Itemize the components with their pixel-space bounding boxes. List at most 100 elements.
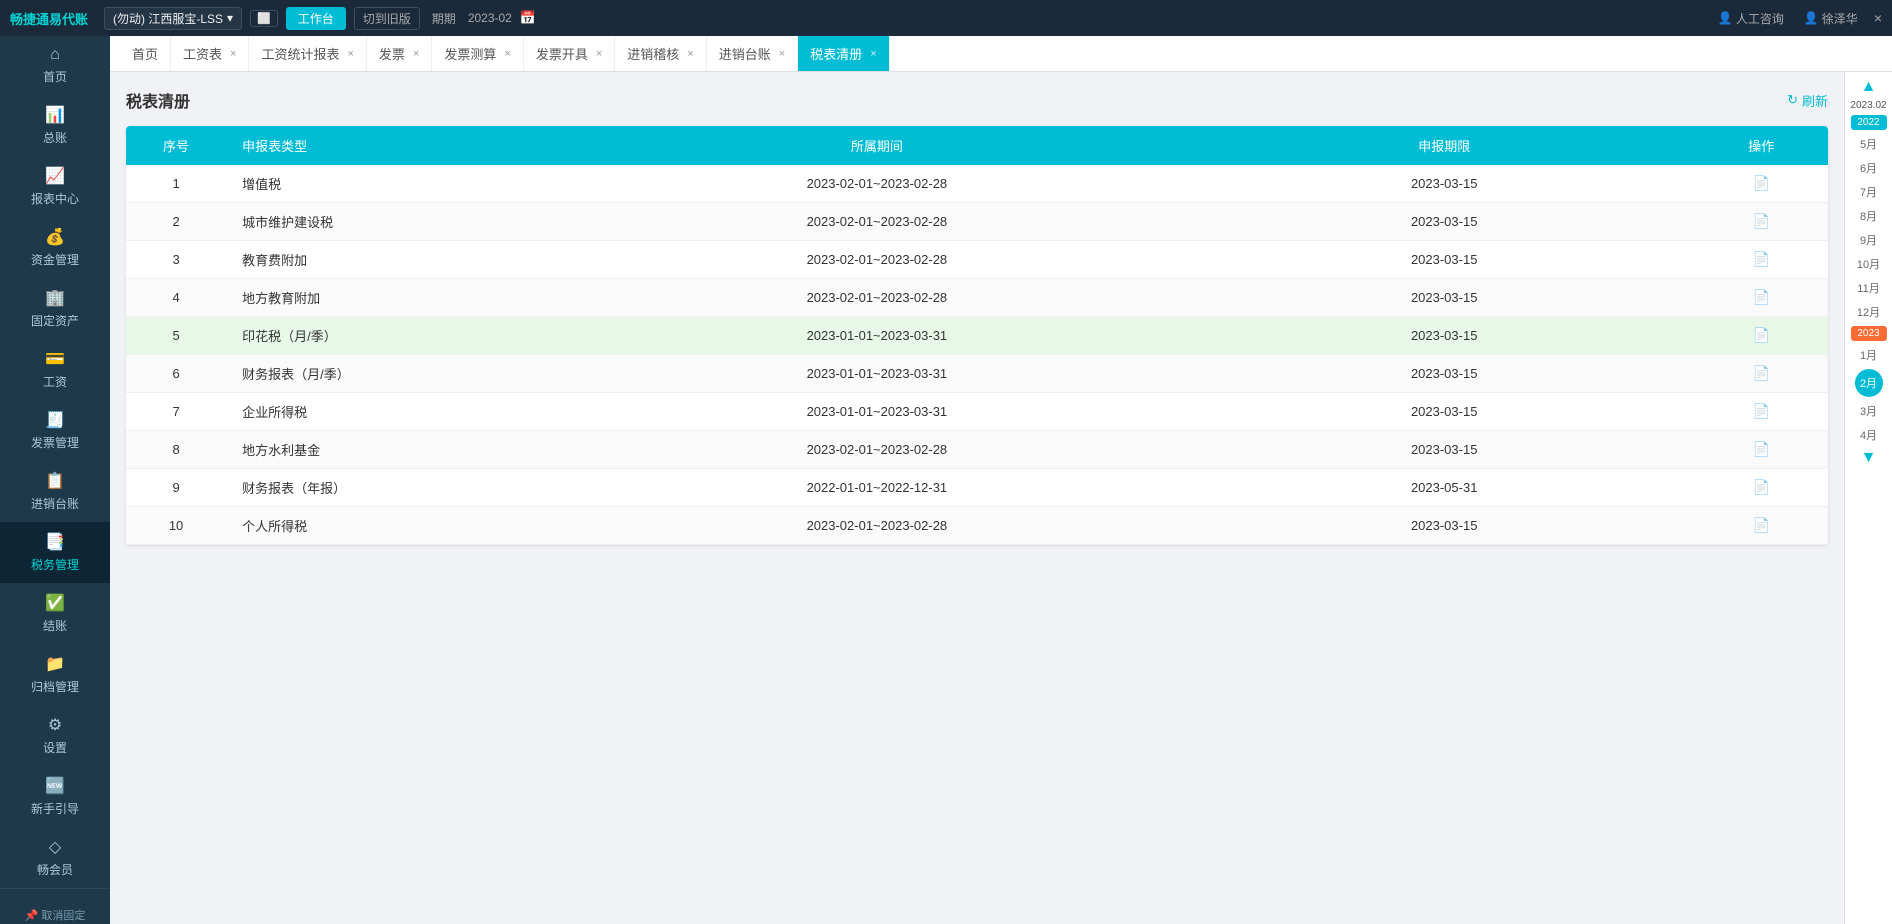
timeline-month-2022-8月[interactable]: 8月 <box>1851 204 1887 228</box>
workbench-button[interactable]: 工作台 <box>286 7 346 30</box>
timeline-month-2023-3月[interactable]: 3月 <box>1851 399 1887 423</box>
row-type: 财务报表（年报） <box>226 469 560 507</box>
tab-tax-clear[interactable]: 税表清册 × <box>798 36 889 72</box>
timeline-month-2022-9月[interactable]: 9月 <box>1851 228 1887 252</box>
tab-close-purchase-check[interactable]: × <box>687 48 693 60</box>
year-badge-2022[interactable]: 2022 <box>1851 115 1887 130</box>
window-close-button[interactable]: × <box>1874 10 1882 26</box>
unpin-label: 取消固定 <box>41 907 85 923</box>
tab-home[interactable]: 首页 <box>120 36 171 72</box>
table-row: 3 教育费附加 2023-02-01~2023-02-28 2023-03-15… <box>126 241 1828 279</box>
tab-label-salary-stats: 工资统计报表 <box>261 44 339 63</box>
action-icon-3[interactable]: 📄 <box>1753 289 1770 305</box>
timeline-month-2022-10月[interactable]: 10月 <box>1851 252 1887 276</box>
sidebar-item-assets[interactable]: 🏢固定资产 <box>0 278 110 339</box>
sidebar-item-settings[interactable]: ⚙设置 <box>0 705 110 766</box>
sidebar-label-ledger: 总账 <box>43 129 67 146</box>
sidebar-item-settle[interactable]: ✅结账 <box>0 583 110 644</box>
row-action[interactable]: 📄 <box>1694 469 1828 507</box>
sidebar-item-funds[interactable]: 💰资金管理 <box>0 217 110 278</box>
tab-close-invoice[interactable]: × <box>413 48 419 60</box>
row-action[interactable]: 📄 <box>1694 165 1828 203</box>
row-action[interactable]: 📄 <box>1694 355 1828 393</box>
tab-invoice[interactable]: 发票 × <box>367 36 432 72</box>
tab-purchase-check[interactable]: 进销稽核× <box>615 36 706 72</box>
row-action[interactable]: 📄 <box>1694 317 1828 355</box>
sidebar-item-invoice[interactable]: 🧾发票管理 <box>0 400 110 461</box>
action-icon-9[interactable]: 📄 <box>1753 517 1770 533</box>
switch-button[interactable]: 切到旧版 <box>354 7 420 30</box>
col-header-所属期间: 所属期间 <box>560 126 1194 165</box>
tab-close-salary-stats[interactable]: × <box>347 48 353 60</box>
timeline-month-2022-12月[interactable]: 12月 <box>1851 300 1887 324</box>
copy-button[interactable]: ⬜ <box>250 10 278 27</box>
timeline-month-2023-4月[interactable]: 4月 <box>1851 423 1887 447</box>
tab-label-tax-clear: 税表清册 <box>810 44 862 63</box>
row-action[interactable]: 📄 <box>1694 241 1828 279</box>
sidebar-item-ledger[interactable]: 📊总账 <box>0 95 110 156</box>
action-icon-0[interactable]: 📄 <box>1753 175 1770 191</box>
tab-invoice-calc[interactable]: 发票测算× <box>432 36 523 72</box>
row-no: 6 <box>126 355 226 393</box>
row-period: 2023-01-01~2023-03-31 <box>560 355 1194 393</box>
period-value: 2023-02 <box>468 11 512 25</box>
action-icon-8[interactable]: 📄 <box>1753 479 1770 495</box>
row-period: 2023-02-01~2023-02-28 <box>560 241 1194 279</box>
row-action[interactable]: 📄 <box>1694 393 1828 431</box>
action-icon-5[interactable]: 📄 <box>1753 365 1770 381</box>
tab-close-purchase-ledger[interactable]: × <box>779 48 785 60</box>
row-deadline: 2023-03-15 <box>1194 393 1695 431</box>
row-type: 企业所得税 <box>226 393 560 431</box>
tab-salary-stats[interactable]: 工资统计报表 × <box>249 36 366 72</box>
row-period: 2023-02-01~2023-02-28 <box>560 507 1194 545</box>
col-header-序号: 序号 <box>126 126 226 165</box>
timeline-month-2023-2[interactable]: 2月 <box>1855 369 1883 397</box>
action-icon-7[interactable]: 📄 <box>1753 441 1770 457</box>
company-selector[interactable]: (勿动) 江西服宝-LSS ▾ <box>104 7 242 30</box>
timeline-month-2022-7月[interactable]: 7月 <box>1851 180 1887 204</box>
row-no: 3 <box>126 241 226 279</box>
tab-label-invoice: 发票 <box>379 44 405 63</box>
sidebar-item-member[interactable]: ◇畅会员 <box>0 827 110 888</box>
sidebar-item-home[interactable]: ⌂首页 <box>0 36 110 95</box>
sidebar-item-salary[interactable]: 💳工资 <box>0 339 110 400</box>
action-icon-6[interactable]: 📄 <box>1753 403 1770 419</box>
tab-close-salary[interactable]: × <box>230 48 236 60</box>
timeline-up-arrow[interactable]: ▲ <box>1859 76 1879 98</box>
action-icon-2[interactable]: 📄 <box>1753 251 1770 267</box>
timeline-down-arrow[interactable]: ▼ <box>1859 447 1879 469</box>
tab-close-invoice-calc[interactable]: × <box>504 48 510 60</box>
timeline-month-2023-1月[interactable]: 1月 <box>1851 343 1887 367</box>
sidebar-item-archive[interactable]: 📁归档管理 <box>0 644 110 705</box>
year-badge-2023[interactable]: 2023 <box>1851 326 1887 341</box>
timeline-month-2022-6月[interactable]: 6月 <box>1851 156 1887 180</box>
sidebar-icon-archive: 📁 <box>45 654 65 674</box>
row-action[interactable]: 📄 <box>1694 203 1828 241</box>
unpin-button[interactable]: 📌 取消固定 <box>0 899 110 924</box>
row-no: 2 <box>126 203 226 241</box>
tab-close-tax-clear[interactable]: × <box>870 48 876 60</box>
sidebar-icon-salary: 💳 <box>45 349 65 369</box>
row-action[interactable]: 📄 <box>1694 431 1828 469</box>
refresh-icon: ↻ <box>1787 92 1798 108</box>
timeline-month-2022-11月[interactable]: 11月 <box>1851 276 1887 300</box>
tab-invoice-open[interactable]: 发票开具× <box>524 36 615 72</box>
tab-salary[interactable]: 工资表× <box>171 36 249 72</box>
action-icon-4[interactable]: 📄 <box>1753 327 1770 343</box>
sidebar-item-tax[interactable]: 📑税务管理 <box>0 522 110 583</box>
tab-close-invoice-open[interactable]: × <box>596 48 602 60</box>
ai-consult-button[interactable]: 👤 人工咨询 <box>1718 10 1784 27</box>
calendar-icon[interactable]: 📅 <box>520 10 536 26</box>
row-action[interactable]: 📄 <box>1694 279 1828 317</box>
row-action[interactable]: 📄 <box>1694 507 1828 545</box>
tax-table: 序号申报表类型所属期间申报期限操作 1 增值税 2023-02-01~2023-… <box>126 126 1828 545</box>
tab-purchase-ledger[interactable]: 进销台账× <box>707 36 798 72</box>
sidebar-item-reports[interactable]: 📈报表中心 <box>0 156 110 217</box>
row-no: 10 <box>126 507 226 545</box>
action-icon-1[interactable]: 📄 <box>1753 213 1770 229</box>
user-menu-button[interactable]: 👤 徐泽华 <box>1804 10 1858 27</box>
timeline-month-2022-5月[interactable]: 5月 <box>1851 132 1887 156</box>
refresh-button[interactable]: ↻ 刷新 <box>1787 91 1828 110</box>
sidebar-item-purchase[interactable]: 📋进销台账 <box>0 461 110 522</box>
sidebar-item-guide[interactable]: 🆕新手引导 <box>0 766 110 827</box>
